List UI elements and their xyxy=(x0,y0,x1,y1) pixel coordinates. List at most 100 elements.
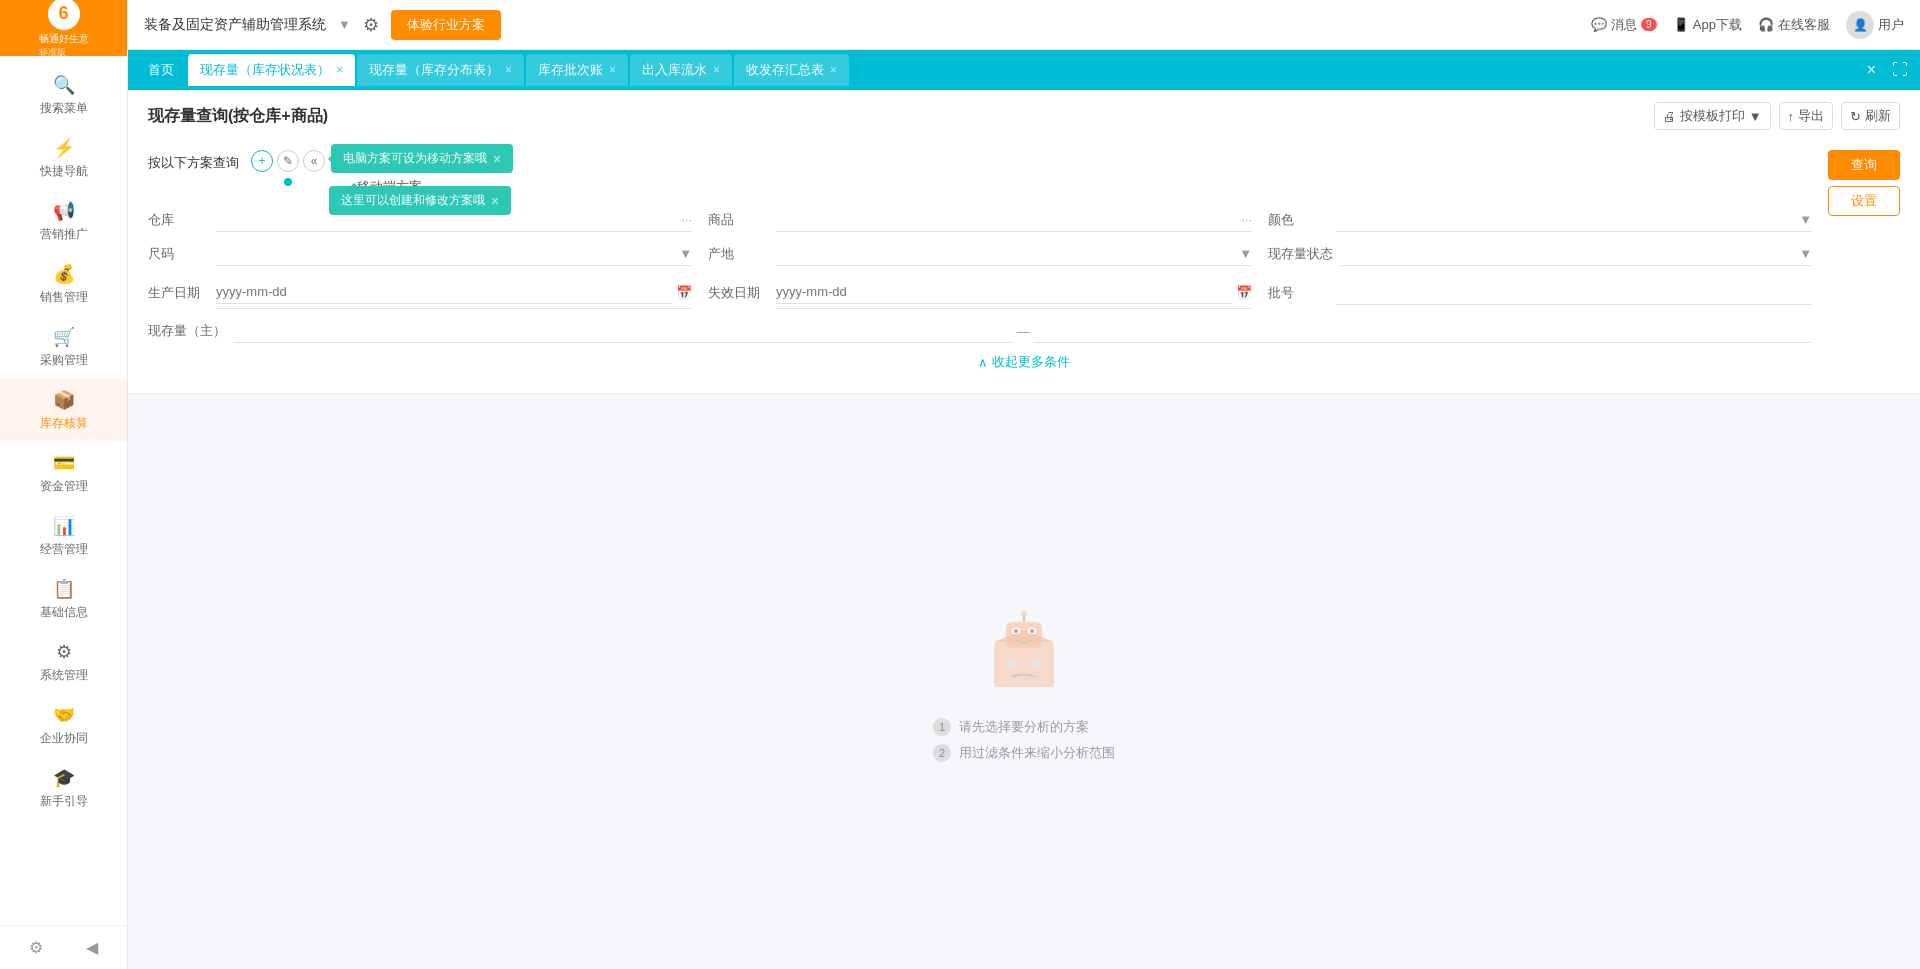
sidebar-logo: 6 畅通好生意 标准版 xyxy=(0,0,127,56)
size-select[interactable]: ▼ xyxy=(216,242,692,266)
product-more-icon[interactable]: ··· xyxy=(1241,212,1252,227)
stock-qty-max-input[interactable] xyxy=(1034,319,1813,343)
batch-label: 批号 xyxy=(1268,284,1328,302)
tab-close-icon[interactable]: × xyxy=(713,64,720,76)
online-support-button[interactable]: 🎧 在线客服 xyxy=(1758,16,1830,34)
calendar-icon-expire[interactable]: 📅 xyxy=(1236,285,1252,300)
system-dropdown-icon[interactable]: ▼ xyxy=(338,17,351,32)
print-label: 按模板打印 xyxy=(1680,107,1745,125)
experience-button[interactable]: 体验行业方案 xyxy=(391,10,501,40)
produce-date-input[interactable] xyxy=(216,280,672,304)
tab-label: 库存批次账 xyxy=(538,61,603,79)
prev-scheme-button[interactable]: « xyxy=(303,150,325,172)
product-select[interactable]: ··· xyxy=(776,208,1252,232)
header-left: 装备及固定资产辅助管理系统 ▼ ⚙ 体验行业方案 xyxy=(144,10,501,40)
export-button[interactable]: ↑ 导出 xyxy=(1779,102,1834,130)
stock-qty-range: — xyxy=(234,319,1812,343)
edit-scheme-button[interactable]: ✎ xyxy=(277,150,299,172)
sidebar-collapse-button[interactable]: ◀ xyxy=(86,938,98,957)
reset-button[interactable]: 设置 xyxy=(1828,186,1900,216)
tab-fullscreen-icon[interactable]: ⛶ xyxy=(1888,57,1912,83)
collapse-bar[interactable]: ∧ 收起更多条件 xyxy=(148,343,1900,381)
tip-text-1: 请先选择要分析的方案 xyxy=(959,718,1089,736)
sidebar-item-label: 快捷导航 xyxy=(40,163,88,180)
tab-home-label: 首页 xyxy=(148,61,174,79)
page-content: 现存量查询(按仓库+商品) 🖨 按模板打印 ▼ ↑ 导出 ↻ 刷新 xyxy=(128,90,1920,969)
settings-icon[interactable]: ⚙ xyxy=(363,14,379,36)
search-icon: 🔍 xyxy=(53,74,75,96)
app-logo-text: 畅通好生意 标准版 xyxy=(39,32,89,59)
sidebar-item-search[interactable]: 🔍 搜索菜单 xyxy=(0,64,127,127)
sidebar-item-capital[interactable]: 💳 资金管理 xyxy=(0,442,127,505)
warehouse-more-icon[interactable]: ··· xyxy=(681,212,692,227)
export-label: 导出 xyxy=(1798,107,1824,125)
filter-row-4: 现存量（主） — xyxy=(148,319,1812,343)
batch-input[interactable] xyxy=(1336,281,1812,305)
message-button[interactable]: 💬 消息 9 xyxy=(1591,16,1657,34)
tab-close-all-icon[interactable]: × xyxy=(1863,57,1880,83)
print-button[interactable]: 🖨 按模板打印 ▼ xyxy=(1654,102,1771,130)
color-select[interactable]: ▼ xyxy=(1336,208,1812,232)
origin-select[interactable]: ▼ xyxy=(776,242,1252,266)
collapse-label: 收起更多条件 xyxy=(992,353,1070,371)
filter-field-expire-date: 失效日期 📅 xyxy=(708,276,1252,309)
sidebar-item-purchase[interactable]: 🛒 采购管理 xyxy=(0,316,127,379)
svg-rect-4 xyxy=(1006,622,1042,648)
user-menu[interactable]: 👤 用户 xyxy=(1846,11,1904,39)
origin-dropdown-icon: ▼ xyxy=(1239,246,1252,261)
tooltip-close-1[interactable]: × xyxy=(493,151,501,167)
query-buttons: 查询 设置 xyxy=(1828,150,1900,343)
refresh-button[interactable]: ↻ 刷新 xyxy=(1841,102,1900,130)
origin-label: 产地 xyxy=(708,245,768,263)
refresh-label: 刷新 xyxy=(1865,107,1891,125)
color-label: 颜色 xyxy=(1268,211,1328,229)
tab-close-icon[interactable]: × xyxy=(830,64,837,76)
tab-close-icon[interactable]: × xyxy=(609,64,616,76)
phone-icon: 📱 xyxy=(1673,17,1689,32)
expire-date-input[interactable] xyxy=(776,280,1232,304)
svg-point-3 xyxy=(1031,659,1041,669)
filter-field-stock-status: 现存量状态 ▼ xyxy=(1268,242,1812,266)
stock-status-label: 现存量状态 xyxy=(1268,245,1333,263)
tab-inventory-status[interactable]: 现存量（库存状况表） × xyxy=(188,54,355,86)
calendar-icon[interactable]: 📅 xyxy=(676,285,692,300)
sidebar-settings-button[interactable]: ⚙ xyxy=(29,938,43,957)
message-badge: 9 xyxy=(1641,18,1657,31)
stock-qty-min-input[interactable] xyxy=(234,319,1013,343)
color-dropdown-icon: ▼ xyxy=(1799,212,1812,227)
stock-status-dropdown-icon: ▼ xyxy=(1799,246,1812,261)
tab-receive-summary[interactable]: 收发存汇总表 × xyxy=(734,54,849,86)
tab-home[interactable]: 首页 xyxy=(136,54,186,86)
sidebar-item-inventory[interactable]: 📦 库存核算 xyxy=(0,379,127,442)
sidebar-item-sales[interactable]: 💰 销售管理 xyxy=(0,253,127,316)
system-icon: ⚙ xyxy=(56,641,72,663)
add-scheme-button[interactable]: + xyxy=(251,150,273,172)
enterprise-icon: 🤝 xyxy=(53,704,75,726)
svg-point-7 xyxy=(1014,629,1018,633)
tooltip-close-2[interactable]: × xyxy=(491,193,499,209)
tab-inventory-dist[interactable]: 现存量（库存分布表） × xyxy=(357,54,524,86)
app-download-button[interactable]: 📱 App下载 xyxy=(1673,16,1742,34)
tab-close-icon[interactable]: × xyxy=(336,64,343,76)
sidebar-item-guide[interactable]: 🎓 新手引导 xyxy=(0,757,127,820)
sidebar-item-system[interactable]: ⚙ 系统管理 xyxy=(0,631,127,694)
stock-status-select[interactable]: ▼ xyxy=(1341,242,1812,266)
sidebar-item-operations[interactable]: 📊 经营管理 xyxy=(0,505,127,568)
filter-header-row: 按以下方案查询 + ✎ « 电脑方案可设为移动方案哦 × xyxy=(148,150,1812,198)
sidebar-item-marketing[interactable]: 📢 营销推广 xyxy=(0,190,127,253)
tab-close-icon[interactable]: × xyxy=(505,64,512,76)
sidebar-item-label: 基础信息 xyxy=(40,604,88,621)
tab-in-out-flow[interactable]: 出入库流水 × xyxy=(630,54,732,86)
filter-field-size: 尺码 ▼ xyxy=(148,242,692,266)
tip-num-1: 1 xyxy=(933,718,951,736)
query-button[interactable]: 查询 xyxy=(1828,150,1900,180)
sidebar-item-basic-info[interactable]: 📋 基础信息 xyxy=(0,568,127,631)
svg-point-10 xyxy=(1021,611,1027,617)
filter-header-actions: + ✎ « 电脑方案可设为移动方案哦 × xyxy=(251,150,325,172)
tab-batch-account[interactable]: 库存批次账 × xyxy=(526,54,628,86)
sidebar-item-enterprise[interactable]: 🤝 企业协同 xyxy=(0,694,127,757)
filter-field-batch: 批号 xyxy=(1268,281,1812,305)
sidebar-item-quick-nav[interactable]: ⚡ 快捷导航 xyxy=(0,127,127,190)
collapse-up-icon: ∧ xyxy=(978,355,988,370)
user-label: 用户 xyxy=(1878,16,1904,34)
